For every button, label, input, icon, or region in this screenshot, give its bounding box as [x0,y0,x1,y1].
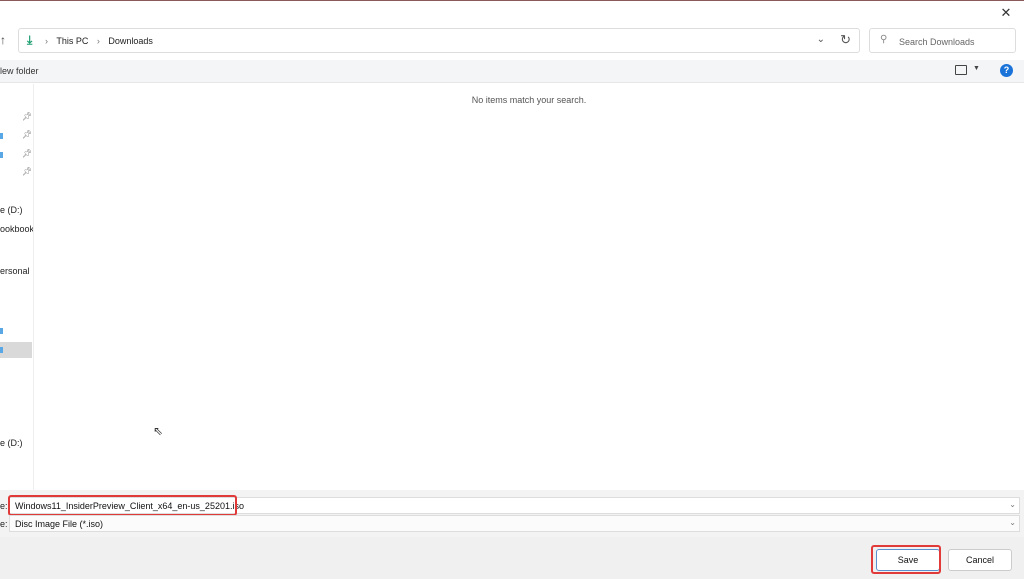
sidebar-item-selected[interactable] [0,342,32,358]
chevron-right-icon: › [96,36,100,46]
address-bar[interactable]: ⤓ › This PC › Downloads ⌄ ↻ [18,28,860,53]
folder-icon [0,328,3,334]
highlight-box [8,495,237,516]
new-folder-button[interactable]: lew folder [0,66,39,76]
navigation-pane: 📌︎ 📌︎ 📌︎ 📌︎ e (D:) ookbook ersonal e (D:… [0,84,34,490]
download-icon: ⤓ [27,33,33,47]
toolbar: lew folder ▼ ? [0,60,1024,83]
pin-icon: 📌︎ [22,112,33,121]
pin-icon: 📌︎ [22,167,33,176]
breadcrumb: › This PC › Downloads [45,36,159,46]
chevron-down-icon[interactable]: ⌄ [1009,518,1016,527]
sidebar-item-drive-d-2[interactable]: e (D:) [0,438,33,448]
chevron-down-icon[interactable]: ⌄ [817,34,825,45]
pin-icon: 📌︎ [22,130,33,139]
up-arrow-icon[interactable]: ↑ [0,33,6,47]
mouse-cursor-icon: ⇖ [153,424,164,438]
cancel-button[interactable]: Cancel [948,549,1012,571]
save-type-label: e: [0,519,8,529]
highlight-box [871,545,941,574]
search-input[interactable]: ⚲ Search Downloads [869,28,1016,53]
folder-icon [0,133,3,139]
chevron-right-icon: › [45,36,48,46]
refresh-icon[interactable]: ↻ [840,32,851,48]
search-icon: ⚲ [880,34,888,45]
pin-icon: 📌︎ [22,149,33,158]
folder-icon [0,152,3,158]
save-type-value: Disc Image File (*.iso) [15,519,104,529]
window-border [0,0,1024,1]
empty-message: No items match your search. [471,95,587,105]
save-type-select[interactable]: Disc Image File (*.iso) ⌄ [9,515,1020,532]
sidebar-item-drive-d[interactable]: e (D:) [0,205,33,215]
help-icon[interactable]: ? [1000,64,1013,77]
chevron-down-icon[interactable]: ⌄ [1009,500,1016,509]
view-dropdown-icon[interactable]: ▼ [973,65,980,72]
search-placeholder: Search Downloads [899,37,975,47]
breadcrumb-this-pc[interactable]: This PC [56,36,88,46]
file-name-label: e: [0,501,8,511]
breadcrumb-downloads[interactable]: Downloads [108,36,153,46]
view-icon[interactable] [955,65,967,75]
close-icon[interactable]: ✕ [994,4,1018,22]
sidebar-item-onedrive-personal[interactable]: ersonal [0,266,33,276]
sidebar-item-onedrive[interactable]: ookbook [0,224,33,234]
